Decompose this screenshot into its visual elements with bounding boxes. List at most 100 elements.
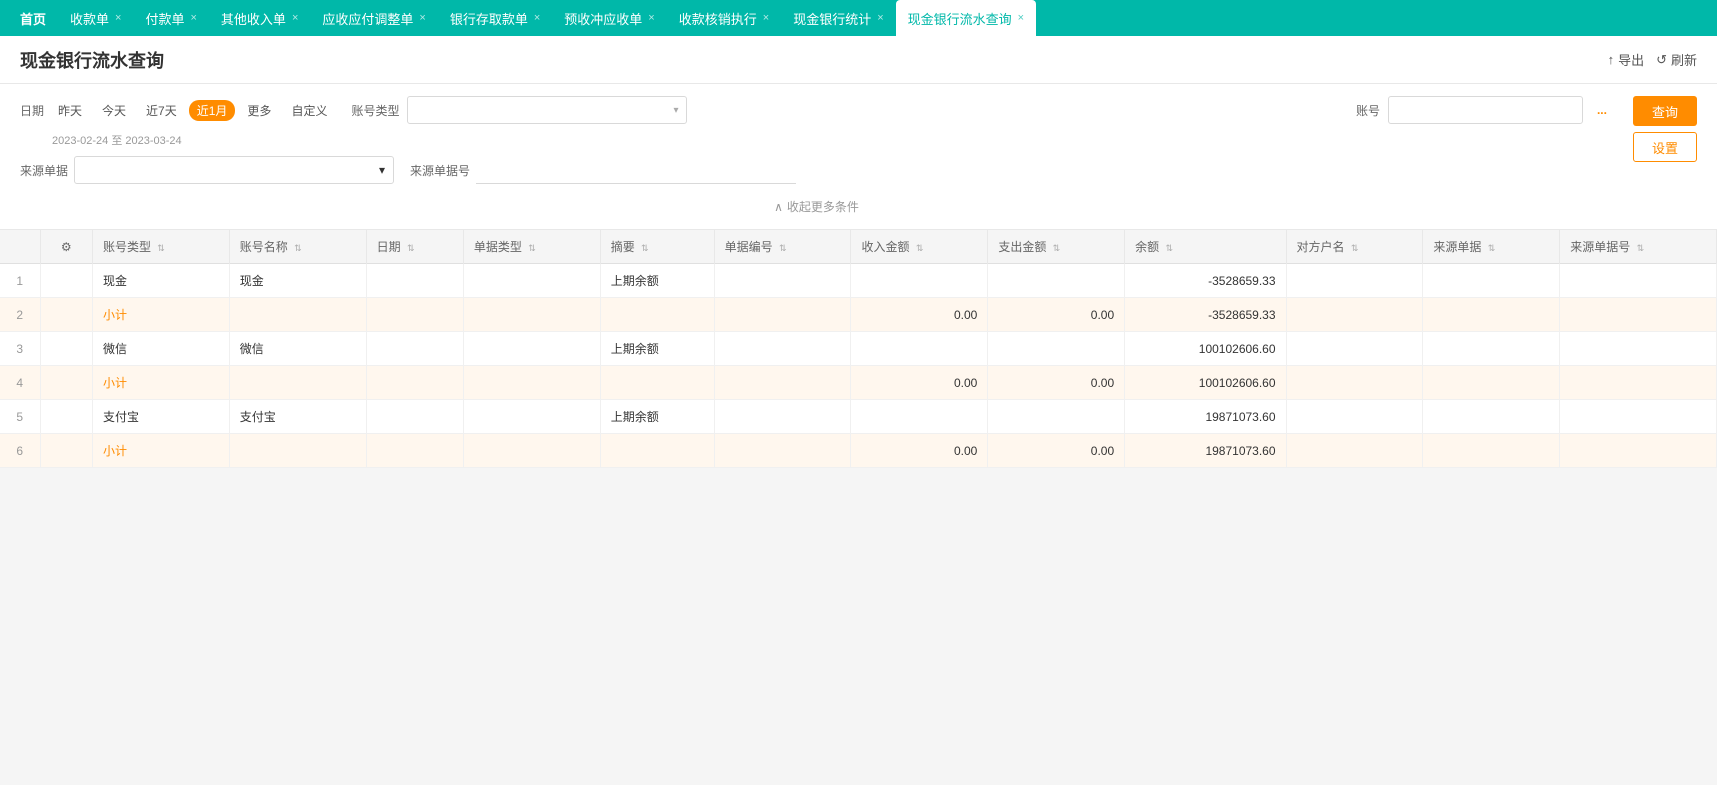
table-body: 1现金现金上期余额-3528659.332小计0.000.00-3528659.… bbox=[0, 264, 1717, 468]
nav-tab-close[interactable]: × bbox=[877, 12, 883, 24]
date-option-7days[interactable]: 近7天 bbox=[138, 100, 185, 121]
row-source-doc bbox=[1423, 366, 1560, 400]
nav-tab-yushouchong[interactable]: 预收冲应收单 × bbox=[552, 0, 666, 36]
col-source-doc[interactable]: 来源单据 ⇅ bbox=[1423, 230, 1560, 264]
col-date[interactable]: 日期 ⇅ bbox=[366, 230, 463, 264]
nav-tab-xianjintongji[interactable]: 现金银行统计 × bbox=[781, 0, 895, 36]
account-type-select[interactable]: ▾ bbox=[407, 96, 687, 124]
nav-home-label: 首页 bbox=[20, 9, 46, 28]
row-source-doc-no bbox=[1560, 332, 1717, 366]
collapse-label: 收起更多条件 bbox=[787, 198, 859, 215]
account-input[interactable] bbox=[1388, 96, 1583, 124]
col-account-name[interactable]: 账号名称 ⇅ bbox=[229, 230, 366, 264]
account-dots-button[interactable]: ... bbox=[1591, 103, 1613, 117]
row-counterpart bbox=[1286, 298, 1423, 332]
nav-tab-shoukuandan[interactable]: 收款单 × bbox=[58, 0, 133, 36]
collapse-bar[interactable]: ∧ 收起更多条件 bbox=[20, 192, 1613, 217]
source-doc-no-label: 来源单据号 bbox=[410, 162, 470, 179]
col-expense[interactable]: 支出金额 ⇅ bbox=[988, 230, 1125, 264]
nav-tab-close[interactable]: × bbox=[763, 12, 769, 24]
nav-tab-fukuandan[interactable]: 付款单 × bbox=[133, 0, 208, 36]
row-doc-type bbox=[463, 332, 600, 366]
source-doc-no-input[interactable] bbox=[476, 156, 796, 184]
nav-tab-close[interactable]: × bbox=[648, 12, 654, 24]
row-doc-no bbox=[714, 400, 851, 434]
row-summary: 上期余额 bbox=[600, 400, 714, 434]
row-source-doc-no bbox=[1560, 264, 1717, 298]
date-option-custom[interactable]: 自定义 bbox=[283, 100, 335, 121]
row-source-doc-no bbox=[1560, 400, 1717, 434]
nav-tab-close[interactable]: × bbox=[292, 12, 298, 24]
table-container: ⚙ 账号类型 ⇅ 账号名称 ⇅ 日期 ⇅ 单据类型 ⇅ 摘要 ⇅ 单据编号 ⇅ … bbox=[0, 230, 1717, 468]
row-index: 6 bbox=[0, 434, 40, 468]
nav-tab-close[interactable]: × bbox=[534, 12, 540, 24]
col-gear[interactable]: ⚙ bbox=[40, 230, 92, 264]
row-balance: 100102606.60 bbox=[1125, 366, 1286, 400]
export-button[interactable]: ↑ 导出 bbox=[1608, 50, 1645, 69]
row-counterpart bbox=[1286, 264, 1423, 298]
date-filter: 日期 昨天 今天 近7天 近1月 更多 自定义 bbox=[20, 100, 335, 121]
table-row: 2小计0.000.00-3528659.33 bbox=[0, 298, 1717, 332]
row-date bbox=[366, 434, 463, 468]
row-gear bbox=[40, 400, 92, 434]
row-account-name: 微信 bbox=[229, 332, 366, 366]
row-balance: -3528659.33 bbox=[1125, 264, 1286, 298]
top-navigation: 首页 收款单 × 付款单 × 其他收入单 × 应收应付调整单 × 银行存取款单 … bbox=[0, 0, 1717, 36]
col-doc-type[interactable]: 单据类型 ⇅ bbox=[463, 230, 600, 264]
nav-tab-liushui[interactable]: 现金银行流水查询 × bbox=[896, 0, 1036, 36]
row-doc-no bbox=[714, 298, 851, 332]
nav-tab-close[interactable]: × bbox=[419, 12, 425, 24]
row-doc-type bbox=[463, 264, 600, 298]
col-index bbox=[0, 230, 40, 264]
sort-icon: ⇅ bbox=[157, 243, 165, 254]
nav-tab-close[interactable]: × bbox=[190, 12, 196, 24]
row-income bbox=[851, 400, 988, 434]
nav-tab-qitashouru[interactable]: 其他收入单 × bbox=[209, 0, 310, 36]
nav-tab-yingshouyingfu[interactable]: 应收应付调整单 × bbox=[310, 0, 437, 36]
row-source-doc bbox=[1423, 332, 1560, 366]
source-doc-select[interactable]: ▾ bbox=[74, 156, 394, 184]
nav-tab-close[interactable]: × bbox=[115, 12, 121, 24]
query-button[interactable]: 查询 bbox=[1633, 96, 1697, 126]
export-label: 导出 bbox=[1618, 50, 1644, 69]
sort-icon: ⇅ bbox=[1053, 243, 1061, 254]
col-balance[interactable]: 余额 ⇅ bbox=[1125, 230, 1286, 264]
row-gear bbox=[40, 332, 92, 366]
sort-icon: ⇅ bbox=[294, 243, 302, 254]
row-source-doc-no bbox=[1560, 434, 1717, 468]
col-account-type[interactable]: 账号类型 ⇅ bbox=[92, 230, 229, 264]
nav-tab-shoukuanhexiao[interactable]: 收款核销执行 × bbox=[667, 0, 781, 36]
date-option-more[interactable]: 更多 bbox=[239, 100, 279, 121]
sort-icon: ⇅ bbox=[779, 243, 787, 254]
nav-tab-close[interactable]: × bbox=[1018, 12, 1024, 24]
row-date bbox=[366, 400, 463, 434]
col-income[interactable]: 收入金额 ⇅ bbox=[851, 230, 988, 264]
refresh-button[interactable]: ↺ 刷新 bbox=[1656, 50, 1697, 69]
nav-tab-label: 应收应付调整单 bbox=[322, 9, 413, 28]
row-balance: 19871073.60 bbox=[1125, 400, 1286, 434]
date-option-1month[interactable]: 近1月 bbox=[189, 100, 236, 121]
col-doc-no[interactable]: 单据编号 ⇅ bbox=[714, 230, 851, 264]
row-summary bbox=[600, 434, 714, 468]
table-row: 1现金现金上期余额-3528659.33 bbox=[0, 264, 1717, 298]
row-expense: 0.00 bbox=[988, 366, 1125, 400]
row-balance: -3528659.33 bbox=[1125, 298, 1286, 332]
date-option-yesterday[interactable]: 昨天 bbox=[50, 100, 90, 121]
sort-icon: ⇅ bbox=[916, 243, 924, 254]
row-doc-type bbox=[463, 434, 600, 468]
nav-tab-yinhangcunkuan[interactable]: 银行存取款单 × bbox=[438, 0, 552, 36]
source-doc-filter: 来源单据 ▾ bbox=[20, 156, 394, 184]
sort-icon: ⇅ bbox=[407, 243, 415, 254]
col-summary[interactable]: 摘要 ⇅ bbox=[600, 230, 714, 264]
row-source-doc bbox=[1423, 264, 1560, 298]
date-option-today[interactable]: 今天 bbox=[94, 100, 134, 121]
row-counterpart bbox=[1286, 332, 1423, 366]
gear-icon: ⚙ bbox=[61, 240, 72, 254]
col-counterpart[interactable]: 对方户名 ⇅ bbox=[1286, 230, 1423, 264]
row-doc-no bbox=[714, 366, 851, 400]
row-account-name bbox=[229, 434, 366, 468]
row-index: 2 bbox=[0, 298, 40, 332]
nav-home[interactable]: 首页 bbox=[8, 0, 58, 36]
setting-button[interactable]: 设置 bbox=[1633, 132, 1697, 162]
col-source-doc-no[interactable]: 来源单据号 ⇅ bbox=[1560, 230, 1717, 264]
